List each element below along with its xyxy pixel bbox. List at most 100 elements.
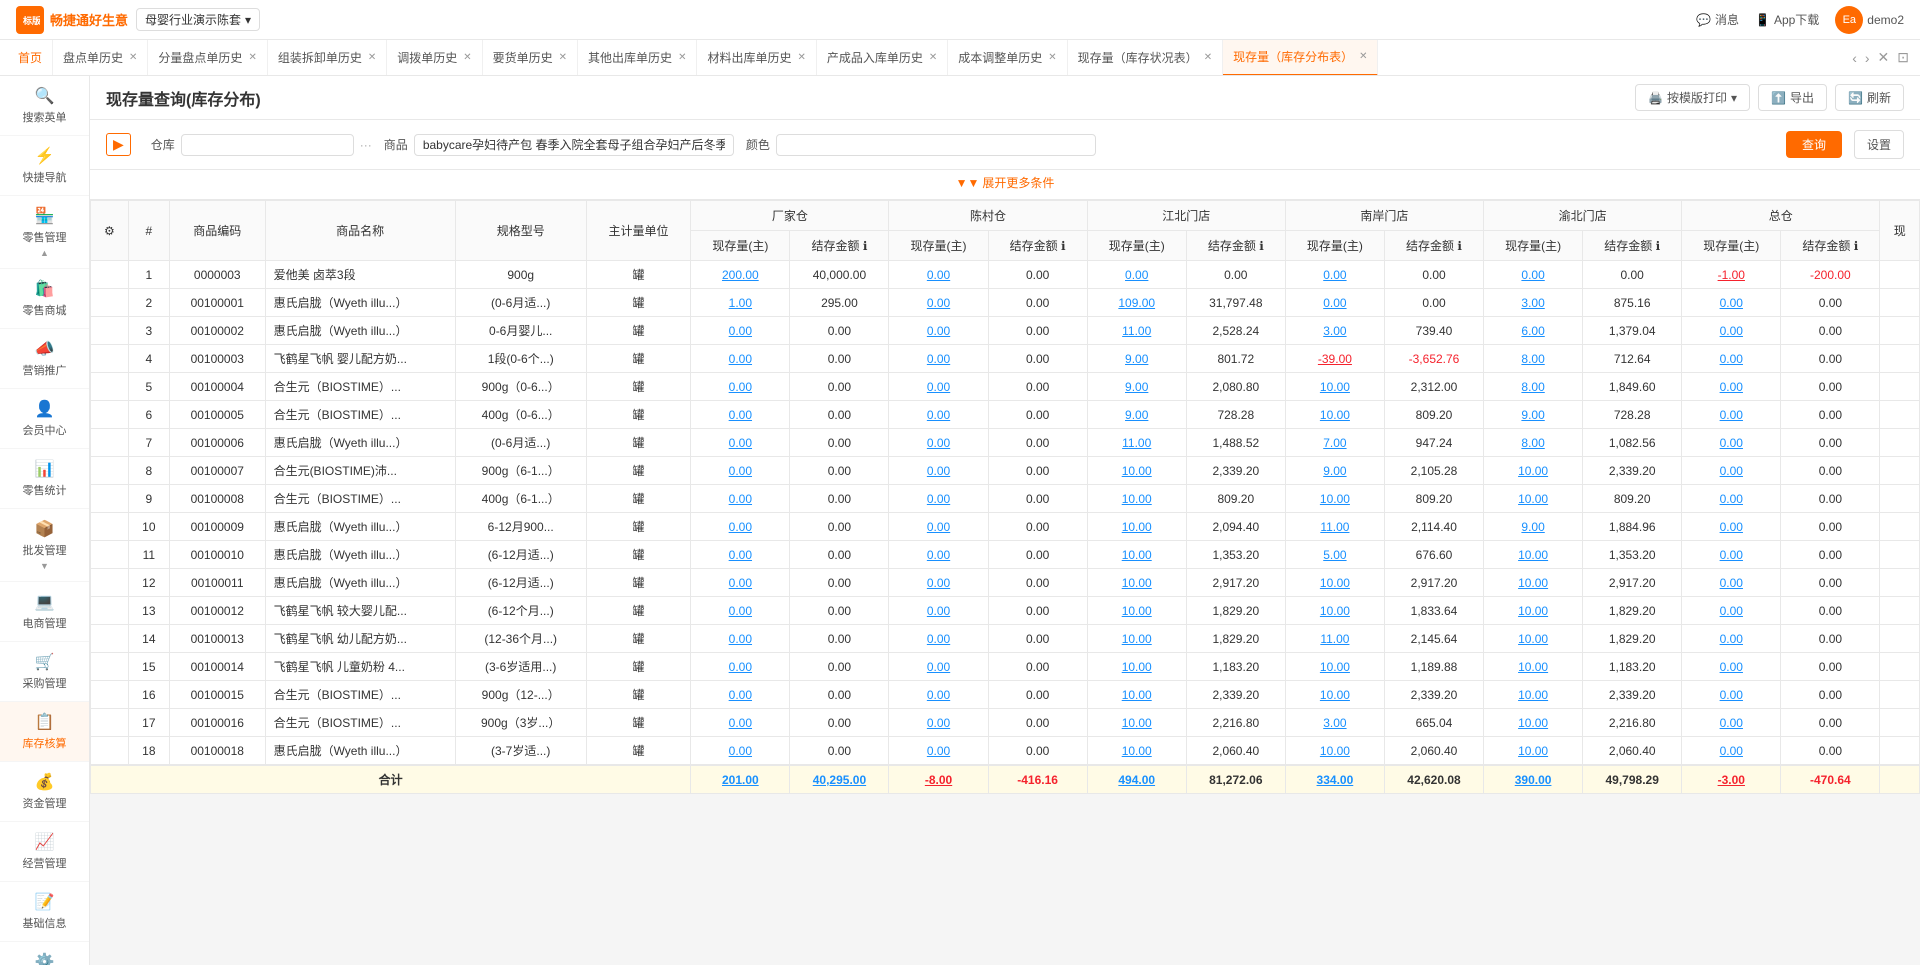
row-w2-qty[interactable]: 0.00 [889,457,988,485]
row-w3-qty[interactable]: 0.00 [1087,261,1186,289]
row-w5-qty[interactable]: 10.00 [1484,737,1583,766]
tab-demand[interactable]: 要货单历史 ✕ [483,40,578,76]
sidebar-item-finance[interactable]: 💰 资金管理 [0,762,89,822]
row-w2-qty[interactable]: 0.00 [889,653,988,681]
row-w1-qty[interactable]: 1.00 [691,289,790,317]
row-w3-qty[interactable]: 10.00 [1087,513,1186,541]
sidebar-item-retail-mall[interactable]: 🛍️ 零售商城 [0,269,89,329]
tab-material-out[interactable]: 材料出库单历史 ✕ [697,40,816,76]
close-icon[interactable]: ✕ [463,52,471,63]
row-w3-qty[interactable]: 10.00 [1087,569,1186,597]
tab-other-out[interactable]: 其他出库单历史 ✕ [578,40,697,76]
row-w5-qty[interactable]: 0.00 [1484,261,1583,289]
tab-cost-adjust[interactable]: 成本调整单历史 ✕ [948,40,1067,76]
sidebar-item-marketing[interactable]: 📣 营销推广 [0,329,89,389]
color-input[interactable] [776,134,1096,156]
tab-next-icon[interactable]: › [1862,50,1873,66]
row-w5-qty[interactable]: 10.00 [1484,709,1583,737]
app-download-btn[interactable]: 📱 App下载 [1755,11,1819,28]
tab-assembly[interactable]: 组装拆卸单历史 ✕ [268,40,387,76]
row-w1-qty[interactable]: 0.00 [691,569,790,597]
row-w5-qty[interactable]: 9.00 [1484,513,1583,541]
row-w3-qty[interactable]: 10.00 [1087,541,1186,569]
row-w4-qty[interactable]: 11.00 [1285,625,1384,653]
row-w3-qty[interactable]: 10.00 [1087,457,1186,485]
row-tot-qty[interactable]: 0.00 [1682,569,1781,597]
warehouse-dots[interactable]: ··· [360,138,372,152]
close-icon[interactable]: ✕ [368,52,376,63]
row-w5-qty[interactable]: 10.00 [1484,653,1583,681]
row-w1-qty[interactable]: 0.00 [691,737,790,766]
row-w2-qty[interactable]: 0.00 [889,429,988,457]
row-w1-qty[interactable]: 0.00 [691,373,790,401]
sidebar-item-member[interactable]: 👤 会员中心 [0,389,89,449]
row-w5-qty[interactable]: 3.00 [1484,289,1583,317]
footer-w5-qty[interactable]: 390.00 [1484,765,1583,794]
setting-btn[interactable]: 设置 [1854,130,1904,159]
expand-arrow-btn[interactable]: ▶ [106,133,131,156]
sidebar-item-system[interactable]: ⚙️ 系统管理 [0,942,89,965]
row-w5-qty[interactable]: 8.00 [1484,429,1583,457]
row-w3-qty[interactable]: 11.00 [1087,317,1186,345]
row-tot-qty[interactable]: 0.00 [1682,709,1781,737]
tab-stock-distribution[interactable]: 现存量（库存分布表） ✕ [1223,40,1378,76]
row-w3-qty[interactable]: 10.00 [1087,737,1186,766]
row-w4-qty[interactable]: 10.00 [1285,485,1384,513]
close-icon[interactable]: ✕ [1204,52,1212,63]
row-w3-qty[interactable]: 10.00 [1087,709,1186,737]
row-w1-qty[interactable]: 0.00 [691,317,790,345]
close-icon[interactable]: ✕ [1359,51,1367,62]
print-btn[interactable]: 🖨️ 按模版打印 ▾ [1635,84,1750,111]
sidebar-item-basic[interactable]: 📝 基础信息 [0,882,89,942]
row-tot-qty[interactable]: 0.00 [1682,737,1781,766]
row-w4-qty[interactable]: 10.00 [1285,737,1384,766]
row-w4-qty[interactable]: 10.00 [1285,569,1384,597]
row-tot-qty[interactable]: 0.00 [1682,597,1781,625]
row-w4-qty[interactable]: 0.00 [1285,261,1384,289]
row-w1-qty[interactable]: 0.00 [691,681,790,709]
row-tot-qty[interactable]: 0.00 [1682,317,1781,345]
sidebar-item-retail-stats[interactable]: 📊 零售统计 [0,449,89,509]
footer-w4-qty[interactable]: 334.00 [1285,765,1384,794]
row-tot-qty[interactable]: 0.00 [1682,373,1781,401]
row-w2-qty[interactable]: 0.00 [889,709,988,737]
tab-stock-status[interactable]: 现存量（库存状况表） ✕ [1068,40,1223,76]
row-w2-qty[interactable]: 0.00 [889,541,988,569]
row-w3-qty[interactable]: 9.00 [1087,345,1186,373]
row-w1-qty[interactable]: 0.00 [691,597,790,625]
row-w5-qty[interactable]: 10.00 [1484,625,1583,653]
row-w2-qty[interactable]: 0.00 [889,317,988,345]
row-tot-qty[interactable]: 0.00 [1682,513,1781,541]
row-w2-qty[interactable]: 0.00 [889,289,988,317]
row-w3-qty[interactable]: 10.00 [1087,681,1186,709]
row-w3-qty[interactable]: 10.00 [1087,597,1186,625]
row-w4-qty[interactable]: 3.00 [1285,709,1384,737]
sidebar-item-wholesale[interactable]: 📦 批发管理 ▼ [0,509,89,582]
row-tot-qty[interactable]: 0.00 [1682,625,1781,653]
row-w1-qty[interactable]: 0.00 [691,513,790,541]
row-w1-qty[interactable]: 0.00 [691,709,790,737]
sidebar-item-purchase[interactable]: 🛒 采购管理 [0,642,89,702]
row-tot-qty[interactable]: 0.00 [1682,457,1781,485]
close-icon[interactable]: ✕ [129,52,137,63]
row-tot-qty[interactable]: -1.00 [1682,261,1781,289]
row-w2-qty[interactable]: 0.00 [889,625,988,653]
row-w3-qty[interactable]: 11.00 [1087,429,1186,457]
close-icon[interactable]: ✕ [559,52,567,63]
tab-product-in[interactable]: 产成品入库单历史 ✕ [817,40,948,76]
row-w3-qty[interactable]: 9.00 [1087,401,1186,429]
refresh-btn[interactable]: 🔄 刷新 [1835,84,1904,111]
row-w3-qty[interactable]: 109.00 [1087,289,1186,317]
row-w2-qty[interactable]: 0.00 [889,401,988,429]
tab-expand-icon[interactable]: ⊡ [1894,49,1912,66]
sidebar-item-nav[interactable]: ⚡ 快捷导航 [0,136,89,196]
row-w1-qty[interactable]: 0.00 [691,457,790,485]
row-w2-qty[interactable]: 0.00 [889,485,988,513]
row-tot-qty[interactable]: 0.00 [1682,429,1781,457]
expand-more-btn[interactable]: ▼▼ 展开更多条件 [956,174,1055,191]
row-tot-qty[interactable]: 0.00 [1682,485,1781,513]
row-w5-qty[interactable]: 10.00 [1484,597,1583,625]
row-tot-qty[interactable]: 0.00 [1682,345,1781,373]
row-w5-qty[interactable]: 10.00 [1484,681,1583,709]
tab-home[interactable]: 首页 [8,40,53,76]
